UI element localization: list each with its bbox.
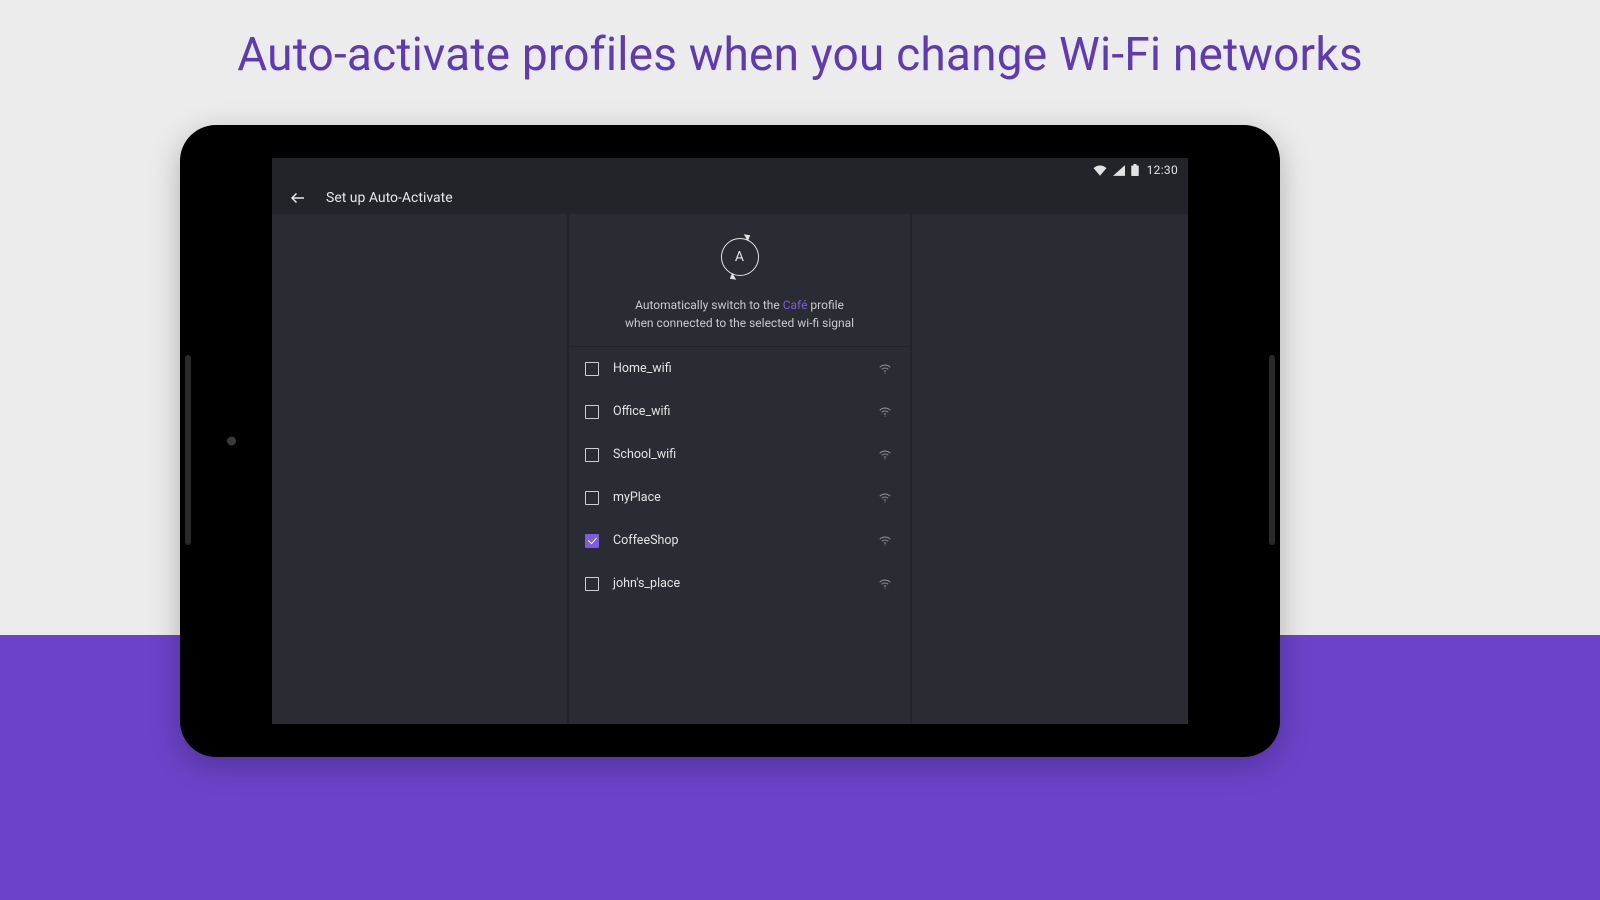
checkbox[interactable] xyxy=(585,491,599,505)
battery-icon xyxy=(1131,164,1139,176)
content-row: A Automatically switch to the Café profi… xyxy=(272,214,1188,724)
desc-suffix: profile xyxy=(807,298,843,312)
auto-icon-letter: A xyxy=(735,249,744,265)
desc-prefix: Automatically switch to the xyxy=(635,298,783,312)
auto-activate-icon: A xyxy=(721,238,759,276)
center-header: A Automatically switch to the Café profi… xyxy=(569,214,910,347)
wifi-row[interactable]: Home_wifi xyxy=(569,347,910,390)
tablet-rail-right xyxy=(1269,355,1275,545)
tablet-rail-left xyxy=(185,355,191,545)
tablet-frame: 12:30 Set up Auto-Activate A xyxy=(180,125,1280,757)
wifi-ssid: School_wifi xyxy=(613,447,876,462)
wifi-icon xyxy=(876,532,894,550)
app-bar: Set up Auto-Activate xyxy=(272,182,1188,214)
pane-left xyxy=(272,214,569,724)
wifi-icon xyxy=(876,360,894,378)
pane-right xyxy=(912,214,1188,724)
profile-name: Café xyxy=(783,298,808,312)
wifi-status-icon xyxy=(1093,165,1107,176)
wifi-ssid: myPlace xyxy=(613,490,876,505)
back-button[interactable] xyxy=(284,184,312,212)
cell-signal-icon xyxy=(1113,165,1125,176)
checkbox[interactable] xyxy=(585,405,599,419)
wifi-icon xyxy=(876,446,894,464)
app-bar-title: Set up Auto-Activate xyxy=(326,190,453,206)
tablet-screen: 12:30 Set up Auto-Activate A xyxy=(272,158,1188,724)
wifi-ssid: Office_wifi xyxy=(613,404,876,419)
wifi-list: Home_wifi Office_wifi School_wifi myPlace Co… xyxy=(569,347,910,605)
status-time: 12:30 xyxy=(1147,163,1178,177)
wifi-icon xyxy=(876,403,894,421)
checkbox[interactable] xyxy=(585,534,599,548)
checkbox[interactable] xyxy=(585,448,599,462)
checkbox[interactable] xyxy=(585,577,599,591)
checkbox[interactable] xyxy=(585,362,599,376)
status-bar: 12:30 xyxy=(272,158,1188,182)
wifi-row[interactable]: School_wifi xyxy=(569,433,910,476)
wifi-ssid: Home_wifi xyxy=(613,361,876,376)
wifi-ssid: CoffeeShop xyxy=(613,533,876,548)
wifi-row[interactable]: Office_wifi xyxy=(569,390,910,433)
center-description: Automatically switch to the Café profile… xyxy=(625,296,854,332)
wifi-row[interactable]: myPlace xyxy=(569,476,910,519)
desc-line2: when connected to the selected wi-fi sig… xyxy=(625,316,854,330)
page-headline: Auto-activate profiles when you change W… xyxy=(0,28,1600,82)
wifi-ssid: john's_place xyxy=(613,576,876,591)
wifi-row[interactable]: john's_place xyxy=(569,562,910,605)
wifi-icon xyxy=(876,575,894,593)
pane-center: A Automatically switch to the Café profi… xyxy=(569,214,912,724)
arrow-left-icon xyxy=(289,189,307,207)
wifi-icon xyxy=(876,489,894,507)
tablet-camera xyxy=(227,437,236,446)
wifi-row[interactable]: CoffeeShop xyxy=(569,519,910,562)
